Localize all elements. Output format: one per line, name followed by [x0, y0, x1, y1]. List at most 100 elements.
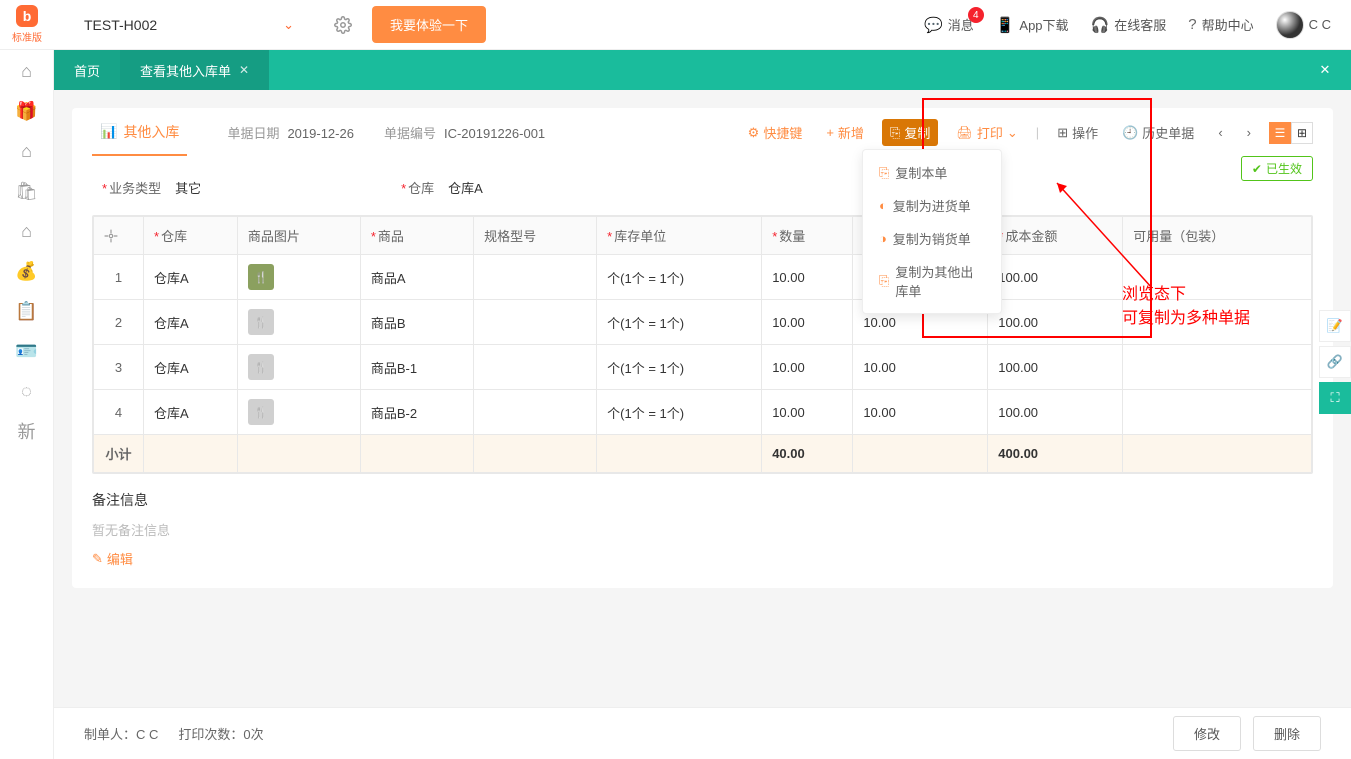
nav-money-icon[interactable]: 💰 [16, 260, 38, 282]
delete-button[interactable]: 删除 [1253, 716, 1321, 751]
copy-dropdown: ⎘复制本单 ◐复制为进货单 ◑复制为销货单 ⎘复制为其他出库单 [862, 149, 1002, 314]
edit-icon: ✎ [92, 551, 103, 567]
page-tab[interactable]: 📊 其他入库 [92, 110, 187, 156]
message-icon: 💬 [924, 16, 943, 34]
nav-warehouse-icon[interactable]: ⌂ [16, 220, 38, 242]
tab-home[interactable]: 首页 [54, 50, 120, 90]
subtotal-row: 小计 40.00 400.00 [94, 435, 1312, 473]
close-all-tabs-icon[interactable]: ✕ [1309, 54, 1341, 86]
check-icon: ✔ [1252, 162, 1262, 176]
col-amount: *成本金额 [988, 217, 1123, 255]
mobile-icon: 📱 [996, 16, 1015, 34]
modify-button[interactable]: 修改 [1173, 716, 1241, 751]
logo-icon: b [16, 5, 38, 27]
warehouse-field: *仓库 仓库A [401, 178, 483, 197]
col-spec: 规格型号 [474, 217, 597, 255]
print-count: 打印次数：0次 [178, 724, 263, 743]
left-nav: ⌂ 🎁 ⌂ 🛍 ⌂ 💰 📋 🪪 ◌ 新 [0, 50, 54, 759]
maker-info: 制单人：C C [84, 724, 158, 743]
try-button[interactable]: 我要体验一下 [372, 6, 486, 43]
chevron-down-icon: ⌄ [283, 17, 294, 33]
chevron-right-icon: › [1247, 125, 1251, 140]
history-button[interactable]: 🕘 历史单据 [1116, 119, 1200, 146]
grid-icon: ⊞ [1057, 125, 1068, 141]
inbound-icon: 📊 [100, 123, 117, 140]
nav-ring-icon[interactable]: ◌ [16, 380, 38, 402]
gear-icon[interactable] [334, 16, 352, 34]
col-warehouse: *仓库 [144, 217, 238, 255]
copy-as-other-out-item[interactable]: ⎘复制为其他出库单 [863, 255, 1001, 307]
top-header: b 标准版 TEST-H002 ⌄ 我要体验一下 💬 消息 4 📱 App下载 … [0, 0, 1351, 50]
remark-empty: 暂无备注信息 [92, 520, 1313, 539]
help-center-link[interactable]: ? 帮助中心 [1188, 15, 1253, 34]
nav-id-icon[interactable]: 🪪 [16, 340, 38, 362]
copy-this-item[interactable]: ⎘复制本单 [863, 156, 1001, 189]
right-float-toolbar: 📝 🔗 ⛶ [1319, 310, 1351, 414]
nav-new-icon[interactable]: 新 [16, 420, 38, 442]
product-thumb: 🍴 [248, 354, 274, 380]
footer: 制单人：C C 打印次数：0次 修改 删除 [54, 707, 1351, 759]
tabs-bar: 首页 查看其他入库单 ✕ ✕ [54, 50, 1351, 90]
history-icon: 🕘 [1122, 125, 1138, 141]
copy-icon: ⎘ [879, 165, 889, 181]
logo-label: 标准版 [12, 29, 42, 44]
nav-bag-icon[interactable]: 🛍 [16, 180, 38, 202]
table-row[interactable]: 1 仓库A 🍴 商品A 个(1个 = 1个) 10.00 10.00 100.0… [94, 255, 1312, 300]
copy-button[interactable]: ⎘ 复制 [882, 119, 938, 146]
product-thumb: 🍴 [248, 264, 274, 290]
table-row[interactable]: 4 仓库A 🍴 商品B-2 个(1个 = 1个) 10.00 10.00 100… [94, 390, 1312, 435]
status-badge[interactable]: ✔ 已生效 [1241, 156, 1313, 181]
app-download-link[interactable]: 📱 App下载 [996, 15, 1069, 34]
product-thumb: 🍴 [248, 309, 274, 335]
copy-as-purchase-item[interactable]: ◐复制为进货单 [863, 189, 1001, 222]
close-icon[interactable]: ✕ [239, 63, 249, 77]
add-button[interactable]: + 新增 [820, 119, 870, 146]
gear-column[interactable] [94, 217, 144, 255]
message-badge: 4 [968, 7, 984, 23]
org-selector[interactable]: TEST-H002 ⌄ [54, 17, 314, 33]
online-service-link[interactable]: 🎧 在线客服 [1091, 15, 1167, 34]
edit-remark-button[interactable]: ✎ 编辑 [92, 549, 133, 568]
headset-icon: 🎧 [1091, 16, 1110, 34]
col-unit: *库存单位 [597, 217, 762, 255]
main-card: 📊 其他入库 单据日期2019-12-26 单据编号IC-20191226-00… [72, 108, 1333, 588]
chevron-down-icon: ⌄ [1007, 125, 1018, 141]
doc-date: 单据日期2019-12-26 [227, 123, 354, 142]
nav-clipboard-icon[interactable]: 📋 [16, 300, 38, 322]
messages-link[interactable]: 💬 消息 4 [924, 15, 974, 34]
view-list-button[interactable]: ☰ [1269, 122, 1291, 144]
product-thumb: 🍴 [248, 399, 274, 425]
sales-icon: ◑ [879, 231, 887, 246]
table-row[interactable]: 3 仓库A 🍴 商品B-1 个(1个 = 1个) 10.00 10.00 100… [94, 345, 1312, 390]
next-button[interactable]: › [1241, 121, 1257, 144]
outbound-icon: ⎘ [879, 273, 889, 289]
tab-current[interactable]: 查看其他入库单 ✕ [120, 50, 269, 90]
col-available: 可用量（包装） [1123, 217, 1312, 255]
float-expand-icon[interactable]: ⛶ [1319, 382, 1351, 414]
items-table: *仓库 商品图片 *商品 规格型号 *库存单位 *数量 *成本单价 *成本金额 … [93, 216, 1312, 473]
org-name: TEST-H002 [84, 17, 157, 33]
print-button[interactable]: 🖨 打印 ⌄ [950, 119, 1023, 146]
nav-home-icon[interactable]: ⌂ [16, 60, 38, 82]
view-card-button[interactable]: ⊞ [1291, 122, 1313, 144]
plus-icon: + [826, 125, 834, 140]
purchase-icon: ◐ [879, 198, 887, 213]
col-qty: *数量 [762, 217, 853, 255]
copy-as-sales-item[interactable]: ◑复制为销货单 [863, 222, 1001, 255]
user-menu[interactable]: C C [1276, 11, 1331, 39]
logo[interactable]: b 标准版 [0, 5, 54, 44]
float-note-icon[interactable]: 📝 [1319, 310, 1351, 342]
shortcut-button[interactable]: ⚙ 快捷键 [742, 119, 809, 146]
remark-title: 备注信息 [92, 490, 1313, 510]
nav-house-icon[interactable]: ⌂ [16, 140, 38, 162]
doc-code: 单据编号IC-20191226-001 [384, 123, 545, 142]
print-icon: 🖨 [956, 125, 973, 141]
prev-button[interactable]: ‹ [1212, 121, 1228, 144]
chevron-left-icon: ‹ [1218, 125, 1222, 140]
nav-gift-icon[interactable]: 🎁 [16, 100, 38, 122]
col-image: 商品图片 [237, 217, 360, 255]
operate-button[interactable]: ⊞ 操作 [1051, 119, 1104, 146]
table-row[interactable]: 2 仓库A 🍴 商品B 个(1个 = 1个) 10.00 10.00 100.0… [94, 300, 1312, 345]
avatar [1276, 11, 1304, 39]
float-link-icon[interactable]: 🔗 [1319, 346, 1351, 378]
